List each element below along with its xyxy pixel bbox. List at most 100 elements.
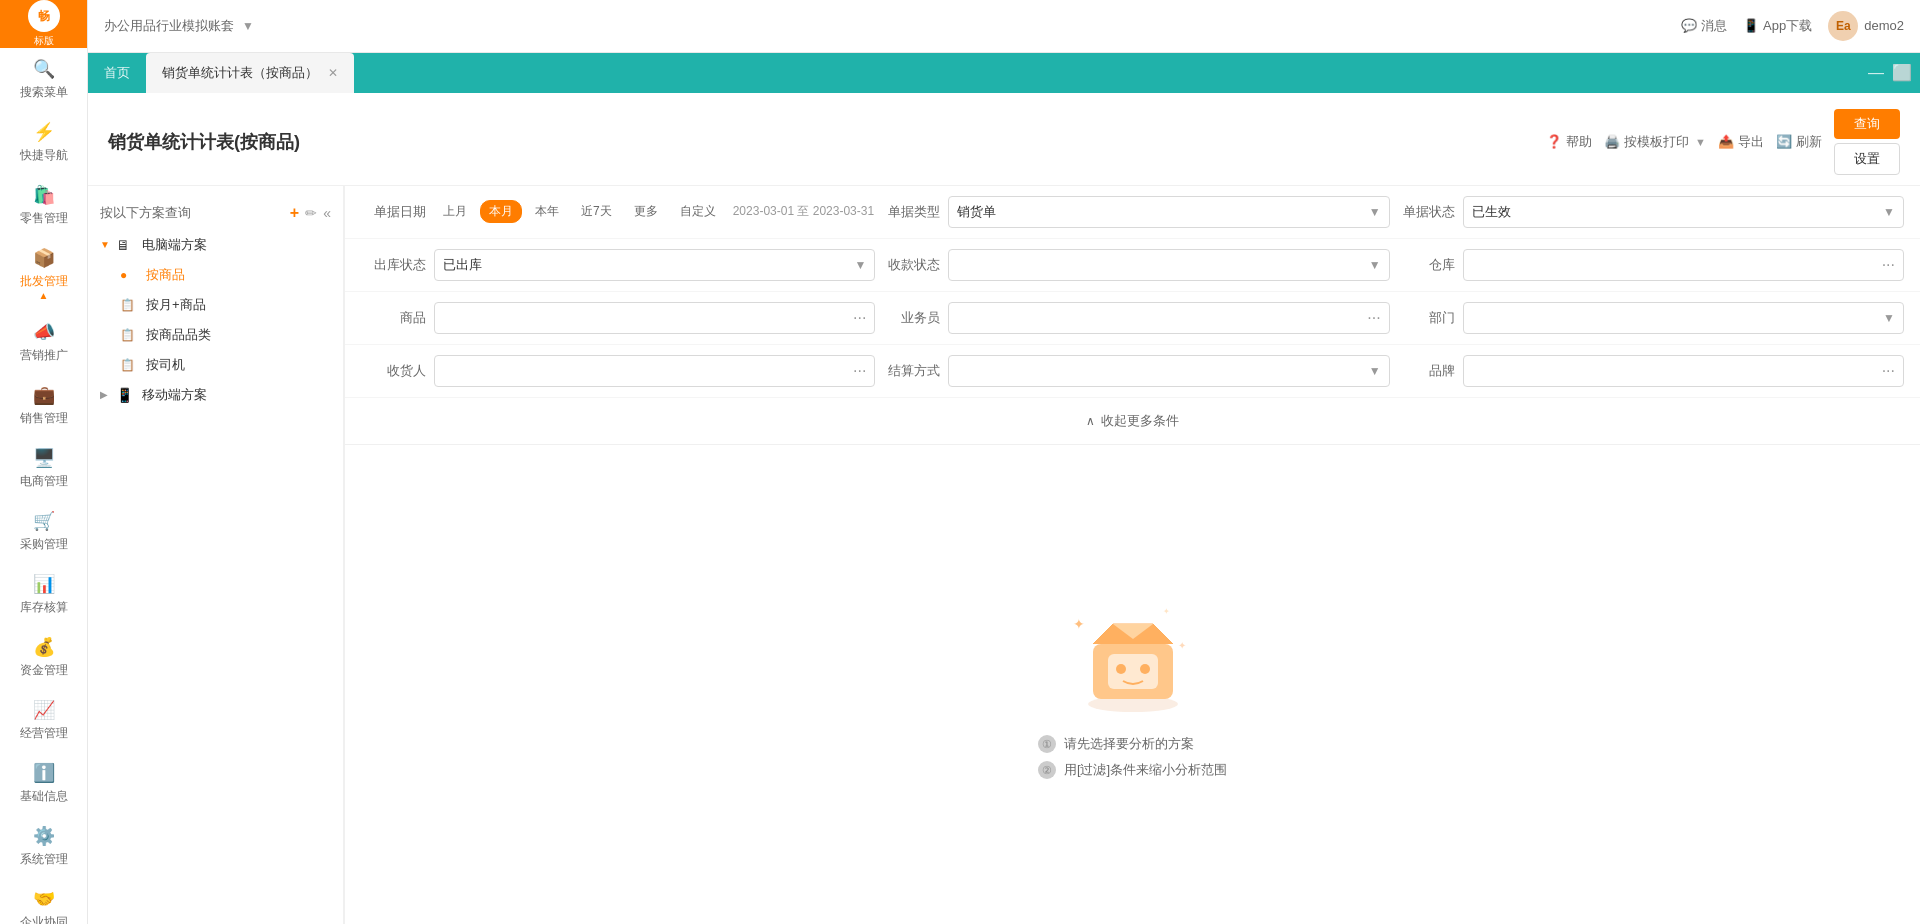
sidebar-item-purchase[interactable]: 🛒 采购管理 [0, 500, 88, 563]
brand-dots-icon[interactable]: ··· [1882, 362, 1895, 380]
solution-edit-btn[interactable]: ✏ [305, 205, 317, 221]
sidebar-item-retail[interactable]: 🛍️ 零售管理 [0, 174, 88, 237]
tab-close-icon[interactable]: ✕ [328, 66, 338, 80]
date-btn-last-month[interactable]: 上月 [434, 200, 476, 223]
svg-point-3 [1116, 664, 1126, 674]
sidebar-item-search[interactable]: 🔍 搜索菜单 [0, 48, 88, 111]
recipient-input[interactable]: ··· [434, 355, 875, 387]
message-btn[interactable]: 💬 消息 [1681, 17, 1727, 35]
mobile-node-label: 移动端方案 [142, 386, 331, 404]
logo-subtext: 标版 [34, 34, 54, 48]
search-icon: 🔍 [33, 58, 55, 80]
sidebar-item-enterprise[interactable]: 🤝 企业协同 [0, 878, 88, 924]
message-label: 消息 [1701, 17, 1727, 35]
payment-status-select[interactable]: ▼ [948, 249, 1389, 281]
query-btn[interactable]: 查询 [1834, 109, 1900, 139]
tree-child-by-month-product[interactable]: 📋 按月+商品 [108, 290, 343, 320]
product-input[interactable]: ··· [434, 302, 875, 334]
tree-node-mobile[interactable]: ▶ 📱 移动端方案 [88, 380, 343, 410]
app-logo[interactable]: 畅 标版 [0, 0, 88, 48]
salesperson-input[interactable]: ··· [948, 302, 1389, 334]
warehouse-status-value: 已出库 [443, 256, 482, 274]
warehouse-dots-icon[interactable]: ··· [1882, 256, 1895, 274]
doc-type-select[interactable]: 销货单 ▼ [948, 196, 1389, 228]
sidebar-item-sales-mgmt[interactable]: 💼 销售管理 [0, 374, 88, 437]
brand-input[interactable]: ··· [1463, 355, 1904, 387]
solution-collapse-btn[interactable]: « [323, 205, 331, 221]
sidebar-label-sales-mgmt: 销售管理 [20, 410, 68, 427]
empty-num-1: ① [1038, 735, 1056, 753]
help-btn[interactable]: ❓ 帮助 [1546, 133, 1592, 151]
sidebar-item-inventory[interactable]: 📊 库存核算 [0, 563, 88, 626]
refresh-btn[interactable]: 🔄 刷新 [1776, 133, 1822, 151]
user-info[interactable]: Ea demo2 [1828, 11, 1904, 41]
solution-add-btn[interactable]: + [290, 204, 299, 222]
date-btn-this-year[interactable]: 本年 [526, 200, 568, 223]
date-filter: 上月 本月 本年 近7天 更多 自定义 2023-03-01 至 2023-03… [434, 200, 874, 223]
sidebar-item-finance[interactable]: 💰 资金管理 [0, 626, 88, 689]
sidebar-item-system[interactable]: ⚙️ 系统管理 [0, 815, 88, 878]
doc-type-label: 单据类型 [875, 203, 940, 221]
refresh-label: 刷新 [1796, 133, 1822, 151]
pc-expand-icon: ▼ [100, 239, 116, 250]
doc-status-select[interactable]: 已生效 ▼ [1463, 196, 1904, 228]
salesperson-dots-icon[interactable]: ··· [1367, 309, 1380, 327]
tab-minimize-icon[interactable]: — [1868, 64, 1884, 82]
tree-child-by-product-category[interactable]: 📋 按商品品类 [108, 320, 343, 350]
empty-num-2: ② [1038, 761, 1056, 779]
mobile-expand-icon: ▶ [100, 389, 116, 400]
sidebar-item-marketing[interactable]: 📣 营销推广 [0, 311, 88, 374]
payment-status-label: 收款状态 [875, 256, 940, 274]
solution-panel-actions: + ✏ « [290, 204, 331, 222]
sidebar-label-ecommerce: 电商管理 [20, 473, 68, 490]
salesperson-label: 业务员 [875, 309, 940, 327]
sidebar-item-operation[interactable]: 📈 经营管理 [0, 689, 88, 752]
date-btn-custom[interactable]: 自定义 [671, 200, 725, 223]
tree-child-by-product[interactable]: ● 按商品 [108, 260, 343, 290]
sidebar-label-system: 系统管理 [20, 851, 68, 868]
warehouse-label: 仓库 [1390, 256, 1455, 274]
brand-label: 品牌 [1390, 362, 1455, 380]
tree-child-by-printer[interactable]: 📋 按司机 [108, 350, 343, 380]
department-select[interactable]: ▼ [1463, 302, 1904, 334]
template-print-label: 按模板打印 [1624, 133, 1689, 151]
query-area: 单据日期 上月 本月 本年 近7天 更多 自定义 2023-03-01 至 20… [345, 186, 1920, 924]
doc-status-arrow-icon: ▼ [1883, 205, 1895, 219]
date-btn-this-month[interactable]: 本月 [480, 200, 522, 223]
solution-panel-title: 按以下方案查询 [100, 204, 191, 222]
warehouse-status-select[interactable]: 已出库 ▼ [434, 249, 875, 281]
tab-maximize-icon[interactable]: ⬜ [1892, 63, 1912, 82]
date-label: 单据日期 [361, 203, 426, 221]
collapse-btn[interactable]: ∧ 收起更多条件 [345, 406, 1920, 436]
tree-node-pc[interactable]: ▼ 🖥 电脑端方案 [88, 230, 343, 260]
workspace-selector[interactable]: 办公用品行业模拟账套 ▼ [104, 17, 254, 35]
print-icon: 🖨️ [1604, 134, 1620, 149]
page-title: 销货单统计计表(按商品) [108, 130, 300, 154]
sidebar-item-quick-nav[interactable]: ⚡ 快捷导航 [0, 111, 88, 174]
tab-sales-stat[interactable]: 销货单统计计表（按商品） ✕ [146, 53, 354, 93]
sidebar-label-purchase: 采购管理 [20, 536, 68, 553]
doc-status-label: 单据状态 [1390, 203, 1455, 221]
warehouse-input[interactable]: ··· [1463, 249, 1904, 281]
collapse-label: 收起更多条件 [1101, 412, 1179, 430]
export-btn[interactable]: 📤 导出 [1718, 133, 1764, 151]
template-print-btn[interactable]: 🖨️ 按模板打印 ▼ [1604, 133, 1706, 151]
payment-method-select[interactable]: ▼ [948, 355, 1389, 387]
by-product-label: 按商品 [146, 266, 185, 284]
help-label: 帮助 [1566, 133, 1592, 151]
recipient-dots-icon[interactable]: ··· [853, 362, 866, 380]
product-label: 商品 [361, 309, 426, 327]
product-dots-icon[interactable]: ··· [853, 309, 866, 327]
app-download-icon: 📱 [1743, 18, 1759, 33]
solution-panel: 按以下方案查询 + ✏ « ▼ 🖥 电脑端方案 [88, 186, 344, 924]
sidebar-item-ecommerce[interactable]: 🖥️ 电商管理 [0, 437, 88, 500]
app-download-btn[interactable]: 📱 App下载 [1743, 17, 1812, 35]
settings-btn[interactable]: 设置 [1834, 143, 1900, 175]
top-header: 办公用品行业模拟账套 ▼ 💬 消息 📱 App下载 Ea demo2 [88, 0, 1920, 53]
tab-home[interactable]: 首页 [88, 53, 146, 93]
sidebar-item-wholesale[interactable]: 📦 批发管理 ▲ [0, 237, 88, 311]
date-btn-7days[interactable]: 近7天 [572, 200, 621, 223]
sidebar-item-basic[interactable]: ℹ️ 基础信息 [0, 752, 88, 815]
date-btn-more[interactable]: 更多 [625, 200, 667, 223]
doc-type-value: 销货单 [957, 203, 996, 221]
